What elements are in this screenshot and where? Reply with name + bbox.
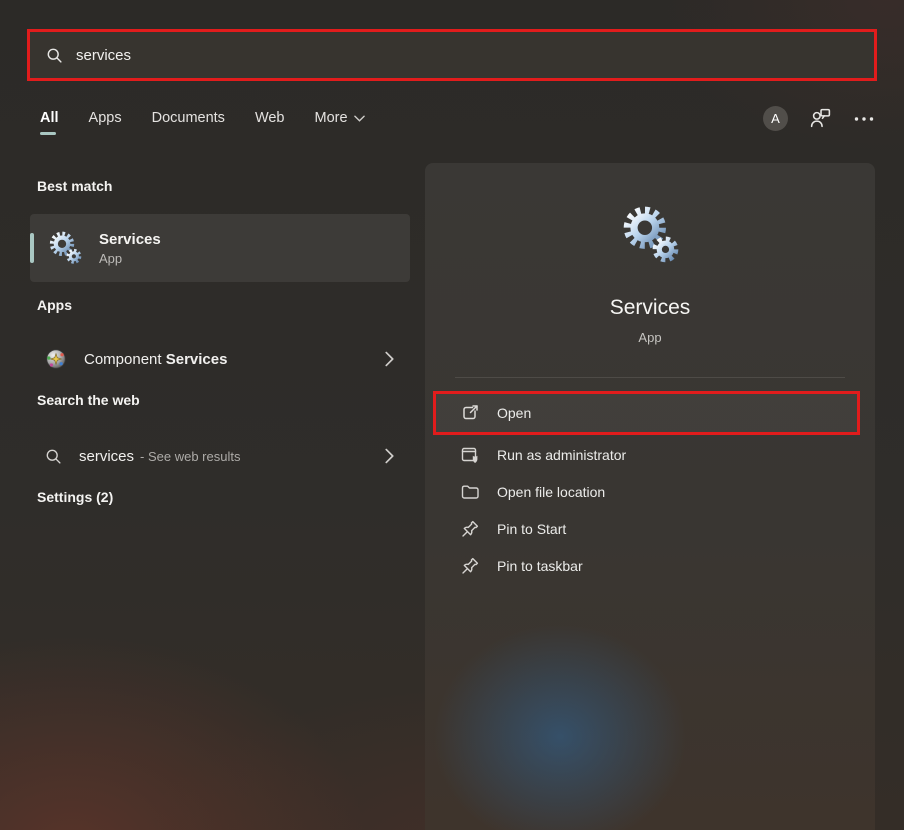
result-label-bold: Services: [165, 350, 228, 368]
windows-search-flyout: { "search": { "value": "services", "plac…: [0, 0, 904, 830]
web-search-query: services: [79, 447, 135, 465]
search-icon: [46, 449, 61, 464]
result-web-search[interactable]: services - See web results: [30, 433, 410, 479]
action-pin-to-start[interactable]: Pin to Start: [425, 510, 875, 547]
best-match-title: Services: [99, 230, 161, 248]
apps-heading: Apps: [37, 297, 72, 313]
services-app-icon: [49, 231, 82, 264]
action-run-admin-label: Run as administrator: [497, 446, 627, 463]
search-bar[interactable]: [27, 29, 877, 81]
search-icon: [47, 48, 62, 63]
tab-web[interactable]: Web: [255, 110, 285, 135]
action-open[interactable]: Open: [433, 391, 860, 435]
search-filter-tabs: All Apps Documents Web More: [40, 110, 365, 135]
result-label: Component Services: [84, 351, 227, 368]
component-services-icon: [46, 349, 66, 369]
action-open-file-location[interactable]: Open file location: [425, 473, 875, 510]
tab-documents-label: Documents: [151, 110, 225, 126]
panel-app-title: Services: [609, 296, 691, 319]
best-match-heading: Best match: [37, 178, 113, 194]
open-external-icon: [463, 405, 478, 420]
best-match-subtitle: App: [99, 250, 123, 266]
search-the-web-heading: Search the web: [37, 392, 140, 408]
action-pin-to-taskbar[interactable]: Pin to taskbar: [425, 547, 875, 584]
web-search-hint: - See web results: [140, 448, 241, 464]
tab-all[interactable]: All: [40, 110, 59, 135]
header-icons: A: [763, 106, 875, 131]
selection-indicator: [30, 233, 34, 263]
settings-heading: Settings (2): [37, 489, 114, 505]
chevron-right-icon[interactable]: [385, 448, 394, 464]
action-list: Open Run as administrator Open file loca…: [425, 391, 875, 584]
folder-icon: [461, 485, 479, 499]
pin-icon: [462, 557, 479, 574]
tab-apps-label: Apps: [88, 110, 122, 126]
run-admin-icon: [461, 447, 478, 463]
chevron-right-icon[interactable]: [385, 351, 394, 367]
action-pin-to-start-label: Pin to Start: [497, 520, 567, 537]
web-search-label: services - See web results: [79, 448, 240, 465]
tab-more[interactable]: More: [315, 110, 365, 135]
search-input[interactable]: [76, 46, 858, 64]
active-tab-indicator: [40, 131, 56, 135]
feedback-icon[interactable]: [809, 107, 832, 130]
action-pin-to-taskbar-label: Pin to taskbar: [497, 557, 583, 574]
tab-apps[interactable]: Apps: [89, 110, 122, 135]
tab-web-label: Web: [254, 110, 285, 126]
tab-documents[interactable]: Documents: [152, 110, 225, 135]
result-detail-panel: Services App Open Run as administrator O…: [425, 163, 875, 830]
result-component-services[interactable]: Component Services: [30, 336, 410, 382]
tab-more-label: More: [314, 110, 348, 126]
panel-app-type: App: [638, 330, 662, 345]
pin-icon: [462, 520, 479, 537]
divider: [455, 377, 845, 378]
result-label-regular: Component: [84, 350, 162, 368]
tab-all-label: All: [40, 110, 59, 126]
chevron-down-icon: [353, 115, 365, 122]
action-open-label: Open: [497, 405, 532, 421]
avatar[interactable]: A: [763, 106, 788, 131]
services-app-icon-large: [623, 206, 679, 263]
best-match-result[interactable]: Services App: [30, 214, 410, 282]
action-run-as-administrator[interactable]: Run as administrator: [425, 436, 875, 473]
action-open-file-location-label: Open file location: [497, 483, 606, 500]
more-options-icon[interactable]: [853, 108, 875, 130]
